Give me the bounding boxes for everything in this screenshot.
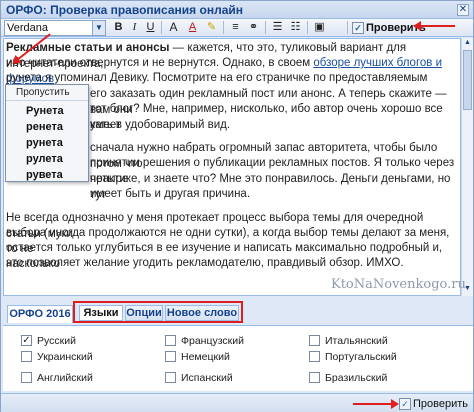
text-span: это позволяет желание угодить рекламодат… — [6, 257, 404, 269]
scroll-thumb[interactable] — [463, 50, 472, 110]
format-toolbar: Verdana ▼ B I U A A ✎ ≡ ⚭ ☰ ☷ ▣ ✓ Провер… — [1, 19, 473, 37]
language-checkbox-ukrainian[interactable]: Украинский — [21, 350, 93, 364]
bottom-bar: ✓ Проверить — [1, 393, 473, 412]
checkbox-icon[interactable] — [165, 351, 176, 362]
toolbar-divider — [347, 21, 348, 34]
language-label: Русский — [37, 335, 76, 347]
language-checkbox-spanish[interactable]: Испанский — [165, 371, 233, 385]
editor-scrollbar[interactable]: ▲ ▼ — [461, 38, 473, 296]
language-label: Испанский — [181, 372, 233, 384]
title-bar: ОРФО: Проверка правописания онлайн ✕ — [1, 1, 473, 19]
suggestion-item[interactable]: Рунета — [6, 103, 88, 119]
bullet-list-icon[interactable]: ☷ — [288, 20, 303, 35]
language-checkbox-russian[interactable]: ✓ Русский — [21, 334, 76, 348]
checkbox-icon[interactable] — [21, 372, 32, 383]
toolbar-divider — [223, 21, 224, 34]
text-span: кать в удобоваримый вид. — [90, 119, 231, 131]
language-label: Итальянский — [325, 335, 388, 347]
language-checkbox-brazilian[interactable]: Бразильский — [309, 371, 387, 385]
languages-panel-row3: Английский Испанский Бразильский — [3, 369, 473, 391]
highlight-icon[interactable]: ✎ — [204, 20, 219, 35]
bold-icon[interactable]: B — [111, 20, 126, 35]
skip-menu-item[interactable]: Пропустить — [6, 85, 88, 101]
spellcheck-icon: ✓ — [399, 398, 411, 410]
paragraph-line: кать в удобоваримый вид. — [90, 118, 460, 134]
tab-languages[interactable]: Языки — [79, 305, 123, 321]
suggestion-item[interactable]: ренета — [6, 119, 88, 135]
checkbox-checked-icon[interactable]: ✓ — [21, 335, 32, 346]
suggestion-item[interactable]: рунета — [6, 135, 88, 151]
annotation-arrow — [353, 399, 399, 409]
checkbox-icon[interactable] — [21, 351, 32, 362]
font-family-value: Verdana — [7, 22, 48, 34]
language-label: Португальский — [325, 351, 397, 363]
checkbox-icon[interactable] — [165, 335, 176, 346]
ordered-list-icon[interactable]: ☰ — [270, 20, 285, 35]
toolbar-divider — [161, 21, 162, 34]
language-label: Бразильский — [325, 372, 388, 384]
text-span: имеет быть и другая причина. — [90, 188, 251, 200]
toolbar-divider — [307, 21, 308, 34]
language-label: Английский — [37, 372, 93, 384]
font-size-icon[interactable]: A — [166, 20, 181, 35]
suggestion-item[interactable]: рулета — [6, 151, 88, 167]
language-checkbox-portuguese[interactable]: Португальский — [309, 350, 397, 364]
close-icon[interactable]: ✕ — [457, 4, 469, 16]
orfo-version-label: ОРФО 2016 — [7, 305, 73, 323]
checkbox-icon[interactable] — [165, 372, 176, 383]
language-label: Украинский — [37, 351, 93, 363]
language-checkbox-german[interactable]: Немецкий — [165, 350, 230, 364]
text-span: ибо читатели отвернутся и не вернутся. О… — [6, 57, 314, 69]
italic-icon[interactable]: I — [127, 20, 142, 35]
paragraph-line: имеет быть и другая причина. — [90, 187, 460, 203]
chevron-down-icon[interactable]: ▼ — [92, 21, 105, 35]
language-checkbox-french[interactable]: Французский — [165, 334, 244, 348]
spellcheck-icon: ✓ — [352, 22, 364, 34]
paragraph-line: это позволяет желание угодить рекламодат… — [6, 256, 458, 272]
annotation-arrow — [413, 21, 455, 31]
language-label: Немецкий — [181, 351, 230, 363]
window-title: ОРФО: Проверка правописания онлайн — [6, 3, 243, 17]
spellcheck-window: ОРФО: Проверка правописания онлайн ✕ Ver… — [0, 0, 474, 412]
checkbox-icon[interactable] — [309, 335, 320, 346]
site-watermark: KtoNaNovenkogo.ru — [331, 277, 466, 292]
underline-icon[interactable]: U — [143, 20, 158, 35]
suggestion-popup: Пропустить Рунета ренета рунета рулета р… — [5, 84, 89, 182]
language-label: Французский — [181, 335, 244, 347]
tab-options[interactable]: Опции — [125, 305, 163, 321]
font-family-select[interactable]: Verdana ▼ — [4, 20, 106, 36]
language-checkbox-italian[interactable]: Итальянский — [309, 334, 388, 348]
align-left-icon[interactable]: ≡ — [228, 20, 243, 35]
source-icon[interactable]: ▣ — [312, 20, 327, 35]
checkbox-icon[interactable] — [309, 351, 320, 362]
toolbar-divider — [265, 21, 266, 34]
tab-new-word[interactable]: Новое слово — [165, 305, 239, 321]
bottom-check-label: Проверить — [413, 398, 469, 410]
bottom-check-button[interactable]: ✓ Проверить — [399, 396, 468, 412]
link-icon[interactable]: ⚭ — [246, 20, 261, 35]
font-color-icon[interactable]: A — [185, 20, 200, 35]
language-checkbox-english[interactable]: Английский — [21, 371, 93, 385]
suggestion-item[interactable]: рувета — [6, 167, 88, 183]
languages-panel: ✓ Русский Французский Итальянский Украинс… — [3, 325, 473, 369]
scroll-up-icon[interactable]: ▲ — [463, 39, 472, 49]
checkbox-icon[interactable] — [309, 372, 320, 383]
